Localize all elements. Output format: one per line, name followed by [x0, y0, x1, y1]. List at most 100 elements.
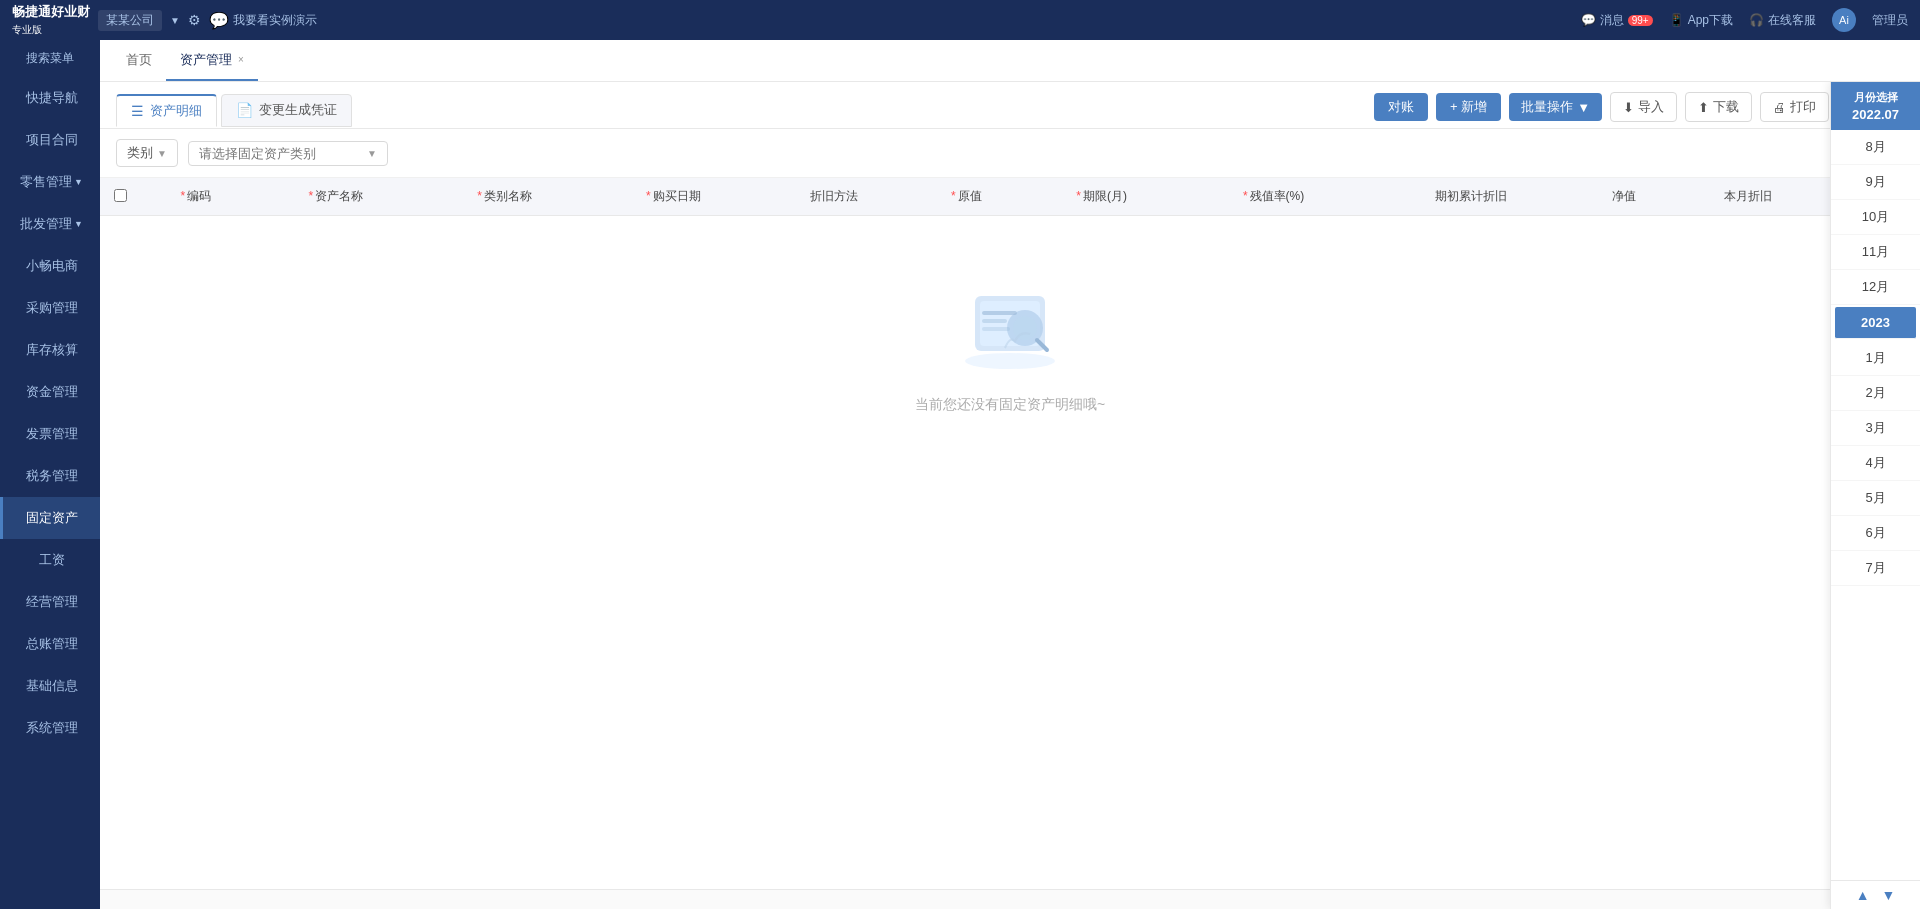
- filter-dropdown-icon: ▼: [157, 148, 167, 159]
- month-picker-header: 月份选择 2022.07: [1831, 82, 1920, 130]
- download-icon: ⬆: [1698, 100, 1709, 115]
- col-period-months: *期限(月): [1022, 178, 1181, 216]
- sidebar-item-tax-mgmt[interactable]: 税务管理: [0, 455, 100, 497]
- import-icon: ⬇: [1623, 100, 1634, 115]
- tab-close-icon[interactable]: ×: [238, 54, 244, 65]
- sidebar-item-general-ledger[interactable]: 总账管理: [0, 623, 100, 665]
- online-service-button[interactable]: 🎧 在线客服: [1749, 12, 1816, 29]
- month-item-8[interactable]: 8月: [1831, 130, 1920, 165]
- sub-tab-asset-detail[interactable]: ☰ 资产明细: [116, 94, 217, 127]
- category-input-wrap[interactable]: ▼: [188, 141, 388, 166]
- month-item-1[interactable]: 1月: [1831, 341, 1920, 376]
- month-item-10[interactable]: 10月: [1831, 200, 1920, 235]
- svg-point-0: [965, 353, 1055, 369]
- company-dropdown-icon[interactable]: ▼: [170, 15, 180, 26]
- month-list: 8月 9月 10月 11月 12月 2023 1月 2月 3月 4月 5月 6月…: [1831, 130, 1920, 880]
- month-picker-panel: 月份选择 2022.07 8月 9月 10月 11月 12月 2023 1月 2…: [1830, 82, 1920, 909]
- sidebar-item-quick-nav[interactable]: 快捷导航: [0, 77, 100, 119]
- input-dropdown-icon: ▼: [367, 148, 377, 159]
- sidebar-item-operations-mgmt[interactable]: 经营管理: [0, 581, 100, 623]
- bottom-scrollbar-area: [100, 889, 1920, 909]
- asset-table-wrap: *编码 *资产名称 *类别名称 *购买日期 折旧方法 *原值 *期限(月) *残…: [100, 178, 1920, 889]
- tab-asset-mgmt[interactable]: 资产管理 ×: [166, 40, 258, 81]
- svg-rect-7: [982, 319, 1007, 323]
- col-asset-name: *资产名称: [251, 178, 420, 216]
- message-button[interactable]: 💬 消息 99+: [1581, 12, 1653, 29]
- chevron-down-icon: ▼: [74, 219, 83, 229]
- month-item-3[interactable]: 3月: [1831, 411, 1920, 446]
- sidebar-item-ecommerce[interactable]: 小畅电商: [0, 245, 100, 287]
- month-nav-down-button[interactable]: ▼: [1882, 887, 1896, 903]
- svg-point-4: [1013, 316, 1037, 340]
- sidebar-item-purchase-mgmt[interactable]: 采购管理: [0, 287, 100, 329]
- sidebar-search[interactable]: 搜索菜单: [0, 40, 100, 77]
- app-download-button[interactable]: 📱 App下载: [1669, 12, 1733, 29]
- app-download-icon: 📱: [1669, 13, 1684, 27]
- message-badge: 99+: [1628, 15, 1653, 26]
- batch-ops-button[interactable]: 批量操作 ▼: [1509, 93, 1602, 121]
- month-picker-current[interactable]: 2022.07: [1835, 107, 1916, 122]
- select-all-col: [100, 178, 140, 216]
- tab-home[interactable]: 首页: [112, 40, 166, 81]
- month-item-7[interactable]: 7月: [1831, 551, 1920, 586]
- month-nav: ▲ ▼: [1831, 880, 1920, 909]
- month-item-2[interactable]: 2月: [1831, 376, 1920, 411]
- demo-link[interactable]: 💬 我要看实例演示: [209, 11, 317, 30]
- download-button[interactable]: ⬆ 下载: [1685, 92, 1752, 122]
- category-filter[interactable]: 类别 ▼: [116, 139, 178, 167]
- col-category-name: *类别名称: [420, 178, 589, 216]
- settings-icon[interactable]: ⚙: [188, 12, 201, 28]
- col-monthly-depreciation: 本月折旧: [1672, 178, 1825, 216]
- print-button[interactable]: 🖨 打印: [1760, 92, 1829, 122]
- sidebar-item-fund-mgmt[interactable]: 资金管理: [0, 371, 100, 413]
- voucher-icon: 📄: [236, 102, 253, 118]
- user-name[interactable]: 管理员: [1872, 12, 1908, 29]
- month-item-5[interactable]: 5月: [1831, 481, 1920, 516]
- sidebar-item-project-contract[interactable]: 项目合同: [0, 119, 100, 161]
- user-avatar[interactable]: Ai: [1832, 8, 1856, 32]
- empty-state: 当前您还没有固定资产明细哦~: [100, 216, 1920, 474]
- sidebar-item-payroll[interactable]: 工资: [0, 539, 100, 581]
- top-bar-right: 💬 消息 99+ 📱 App下载 🎧 在线客服 Ai 管理员: [1581, 8, 1908, 32]
- batch-ops-arrow-icon: ▼: [1577, 100, 1590, 115]
- col-depreciation-method: 折旧方法: [758, 178, 911, 216]
- svg-rect-6: [982, 311, 1017, 315]
- list-icon: ☰: [131, 103, 144, 119]
- month-item-12[interactable]: 12月: [1831, 270, 1920, 305]
- asset-table: *编码 *资产名称 *类别名称 *购买日期 折旧方法 *原值 *期限(月) *残…: [100, 178, 1920, 216]
- month-nav-up-button[interactable]: ▲: [1856, 887, 1870, 903]
- sidebar-item-fixed-assets[interactable]: 固定资产: [0, 497, 100, 539]
- col-accumulated-depreciation: 期初累计折旧: [1366, 178, 1576, 216]
- message-icon: 💬: [1581, 13, 1596, 27]
- sidebar-item-system-mgmt[interactable]: 系统管理: [0, 707, 100, 749]
- month-picker-title: 月份选择: [1835, 90, 1916, 105]
- sidebar-item-wholesale-mgmt[interactable]: 批发管理 ▼: [0, 203, 100, 245]
- sub-tab-change-voucher[interactable]: 📄 变更生成凭证: [221, 94, 352, 127]
- add-button[interactable]: + 新增: [1436, 93, 1501, 121]
- import-button[interactable]: ⬇ 导入: [1610, 92, 1677, 122]
- top-bar-left: 畅捷通好业财 专业版 某某公司 ▼ ⚙ 💬 我要看实例演示: [12, 3, 317, 37]
- sidebar-item-inventory[interactable]: 库存核算: [0, 329, 100, 371]
- app-logo: 畅捷通好业财 专业版: [12, 3, 90, 37]
- month-item-6[interactable]: 6月: [1831, 516, 1920, 551]
- sidebar-item-basic-info[interactable]: 基础信息: [0, 665, 100, 707]
- sub-tabs-left: ☰ 资产明细 📄 变更生成凭证: [116, 94, 352, 127]
- company-selector[interactable]: 某某公司: [98, 10, 162, 31]
- sidebar-item-retail-mgmt[interactable]: 零售管理 ▼: [0, 161, 100, 203]
- duizhang-button[interactable]: 对账: [1374, 93, 1428, 121]
- headset-icon: 🎧: [1749, 13, 1764, 27]
- col-code: *编码: [140, 178, 251, 216]
- sidebar: 搜索菜单 快捷导航 项目合同 零售管理 ▼ 批发管理 ▼ 小畅电商 采购管理 库…: [0, 40, 100, 909]
- svg-rect-8: [982, 327, 1010, 331]
- category-input[interactable]: [199, 146, 367, 161]
- sub-tabs: ☰ 资产明细 📄 变更生成凭证 对账 + 新增 批量操作 ▼: [100, 82, 1920, 129]
- month-item-11[interactable]: 11月: [1831, 235, 1920, 270]
- col-residual-rate: *残值率(%): [1181, 178, 1366, 216]
- month-item-4[interactable]: 4月: [1831, 446, 1920, 481]
- sidebar-item-invoice-mgmt[interactable]: 发票管理: [0, 413, 100, 455]
- col-net-value: 净值: [1576, 178, 1672, 216]
- month-item-9[interactable]: 9月: [1831, 165, 1920, 200]
- chevron-down-icon: ▼: [74, 177, 83, 187]
- select-all-checkbox[interactable]: [114, 189, 127, 202]
- page-content: ☰ 资产明细 📄 变更生成凭证 对账 + 新增 批量操作 ▼: [100, 82, 1920, 909]
